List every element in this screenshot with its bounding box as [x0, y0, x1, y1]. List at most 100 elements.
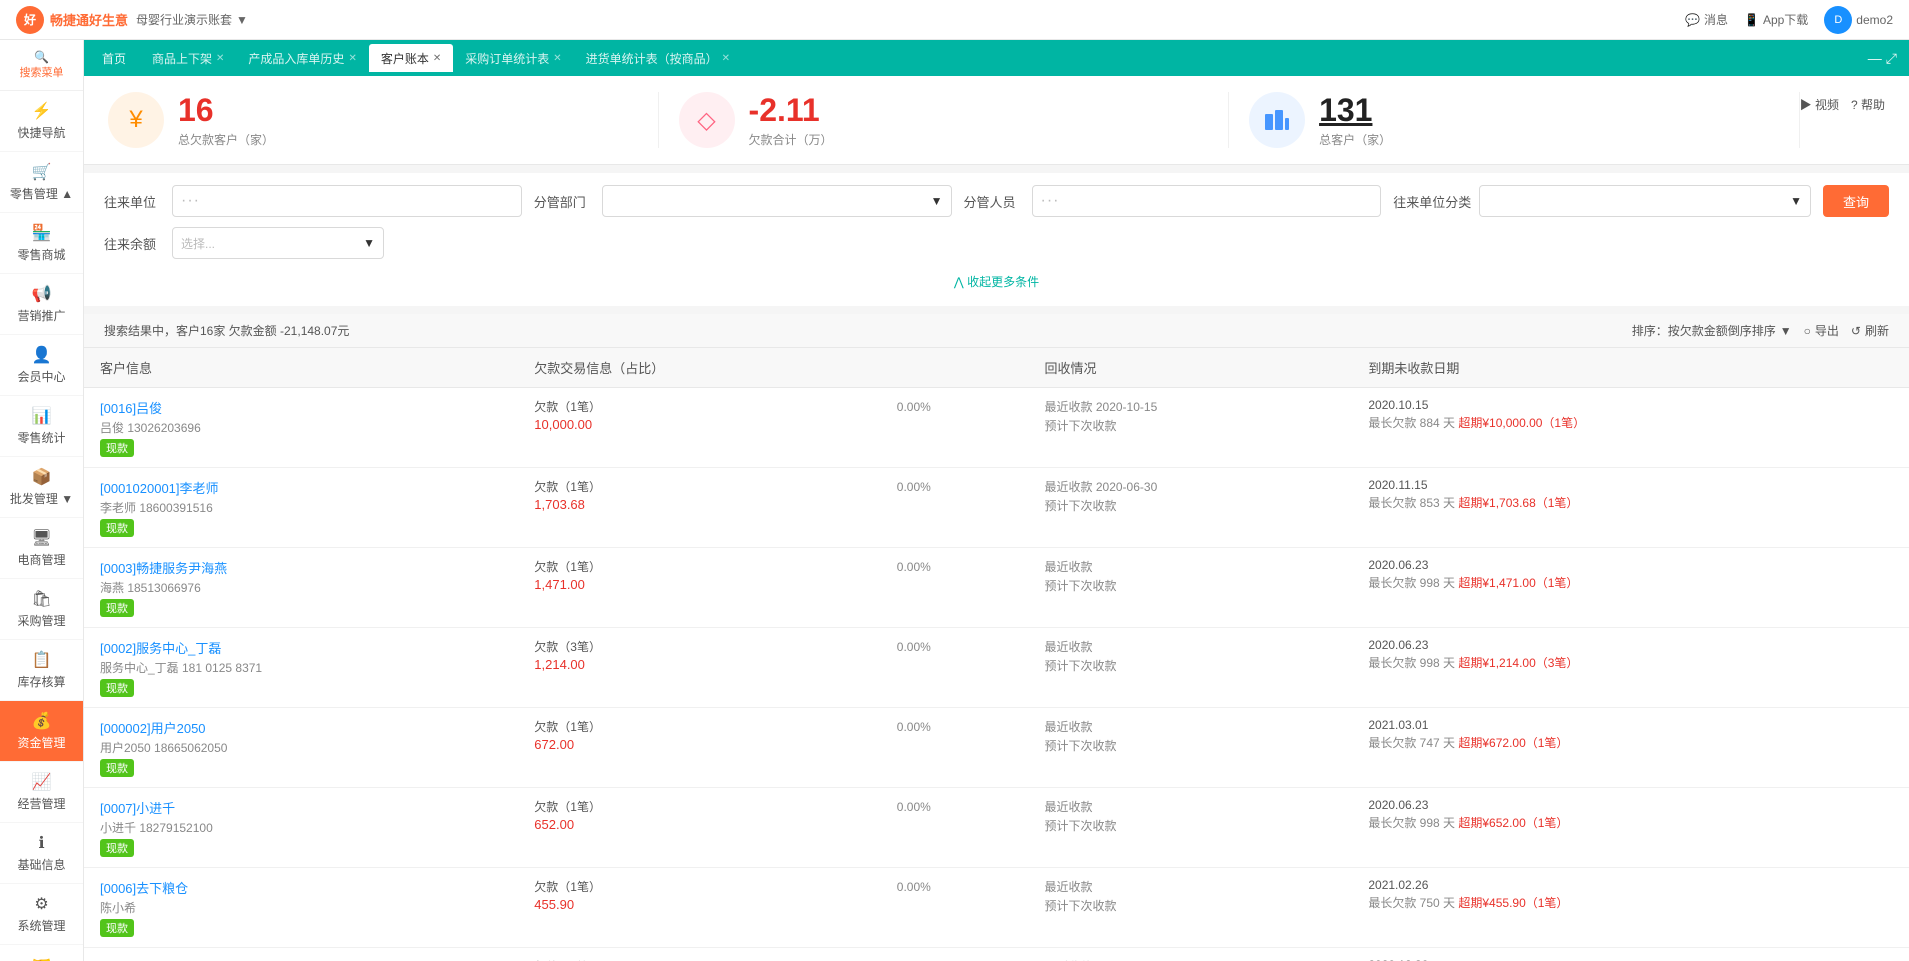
sidebar-item-member[interactable]: 👤 会员中心	[0, 335, 83, 396]
export-button[interactable]: ○ 导出	[1804, 322, 1839, 339]
overdue-days-0: 最长欠款 884 天 超期¥10,000.00（1笔）	[1368, 414, 1893, 431]
debt-amount-2[interactable]: 1,471.00	[534, 577, 865, 592]
overdue-amount-5[interactable]: 超期¥652.00（1笔）	[1458, 816, 1568, 830]
tab-stock-stats[interactable]: 进货单统计表（按商品） ✕	[574, 44, 742, 72]
customer-name-0[interactable]: [0016]吕俊	[100, 398, 502, 417]
result-info: 搜索结果中，客户16家 欠款金额 -21,148.07元	[104, 322, 349, 339]
tab-minimize-button[interactable]: —	[1868, 50, 1882, 67]
overdue-amount-0[interactable]: 超期¥10,000.00（1笔）	[1458, 416, 1585, 430]
sidebar-search[interactable]: 🔍 搜索菜单	[0, 40, 83, 91]
overdue-days-4: 最长欠款 747 天 超期¥672.00（1笔）	[1368, 734, 1893, 751]
sidebar-item-system[interactable]: ⚙ 系统管理	[0, 884, 83, 945]
overdue-amount-2[interactable]: 超期¥1,471.00（1笔）	[1458, 576, 1578, 590]
debt-amount-4[interactable]: 672.00	[534, 737, 865, 752]
tab-close-product[interactable]: ✕	[348, 53, 356, 64]
video-button[interactable]: ▶ 视频	[1800, 96, 1839, 113]
sidebar-item-collab[interactable]: 🤝 企业协同	[0, 945, 83, 961]
cell-customer-3: [0002]服务中心_丁磊 服务中心_丁磊 181 0125 8371 现款	[84, 628, 518, 708]
logo-area: 好 畅捷通好生意	[16, 6, 128, 34]
manager-input[interactable]: ···	[1032, 185, 1382, 217]
sidebar-item-purchase[interactable]: 🛍 采购管理	[0, 579, 83, 640]
customer-name-2[interactable]: [0003]畅捷服务尹海燕	[100, 558, 502, 577]
debt-amount-0[interactable]: 10,000.00	[534, 417, 865, 432]
tab-close-customer[interactable]: ✕	[433, 53, 441, 64]
sort-button[interactable]: 排序：按欠款金额倒序排序 ▼	[1632, 322, 1792, 339]
customer-contact-5: 小进千 18279152100	[100, 819, 502, 836]
source-unit-input[interactable]: ···	[172, 185, 522, 217]
balance-arrow-icon: ▼	[363, 236, 375, 250]
tab-expand-button[interactable]: ⤢	[1886, 50, 1897, 67]
cell-collection-5: 最近收款 预计下次收款	[1029, 788, 1353, 868]
cell-debt-6: 欠款（1笔） 455.90	[518, 868, 881, 948]
user-menu[interactable]: D demo2	[1824, 6, 1893, 34]
cell-debt-4: 欠款（1笔） 672.00	[518, 708, 881, 788]
debt-percent-3: 0.00%	[897, 640, 1013, 654]
cell-percent-4: 0.00%	[881, 708, 1029, 788]
customer-name-3[interactable]: [0002]服务中心_丁磊	[100, 638, 502, 657]
debt-amount-3[interactable]: 1,214.00	[534, 657, 865, 672]
cell-percent-0: 0.00%	[881, 388, 1029, 468]
tab-close-goods[interactable]: ✕	[216, 53, 224, 64]
finance-icon: 💰	[32, 711, 52, 731]
customer-name-6[interactable]: [0006]去下粮仓	[100, 878, 502, 897]
industry-selector[interactable]: 母婴行业演示账套 ▼	[136, 11, 248, 28]
message-button[interactable]: 💬 消息	[1685, 11, 1728, 28]
tab-purchase-stats[interactable]: 采购订单统计表 ✕	[453, 44, 573, 72]
customer-name-1[interactable]: [0001020001]李老师	[100, 478, 502, 497]
sidebar-item-quick-nav[interactable]: ⚡ 快捷导航	[0, 91, 83, 152]
overdue-amount-3[interactable]: 超期¥1,214.00（3笔）	[1458, 656, 1578, 670]
cell-due-2: 2020.06.23 最长欠款 998 天 超期¥1,471.00（1笔）	[1352, 548, 1909, 628]
unit-category-select[interactable]: ▼	[1479, 185, 1811, 217]
sidebar-item-marketing[interactable]: 📢 营销推广	[0, 274, 83, 335]
collection-label-3: 最近收款	[1045, 638, 1337, 655]
store-icon: 🏪	[32, 223, 52, 243]
cell-collection-7: 最近收款 预计下次收款	[1029, 948, 1353, 961]
debt-amount-1[interactable]: 1,703.68	[534, 497, 865, 512]
tab-customer-account[interactable]: 客户账本 ✕	[369, 44, 453, 72]
sidebar-item-operations[interactable]: 📈 经营管理	[0, 762, 83, 823]
overdue-days-6: 最长欠款 750 天 超期¥455.90（1笔）	[1368, 894, 1893, 911]
tab-product-history[interactable]: 产成品入库单历史 ✕	[236, 44, 368, 72]
tab-home[interactable]: 首页	[88, 50, 140, 67]
help-button[interactable]: ? 帮助	[1851, 96, 1885, 113]
app-download-button[interactable]: 📱 App下载	[1744, 11, 1808, 28]
sidebar-item-retail-store[interactable]: 🏪 零售商城	[0, 213, 83, 274]
tab-close-purchase[interactable]: ✕	[553, 53, 561, 64]
dept-label: 分管部门	[534, 192, 594, 211]
overdue-amount-4[interactable]: 超期¥672.00（1笔）	[1458, 736, 1568, 750]
cell-debt-1: 欠款（1笔） 1,703.68	[518, 468, 881, 548]
cell-due-5: 2020.06.23 最长欠款 998 天 超期¥652.00（1笔）	[1352, 788, 1909, 868]
balance-select[interactable]: 选择... ▼	[172, 227, 384, 259]
refresh-icon: ↺	[1851, 324, 1861, 338]
sidebar-item-basic-info[interactable]: ℹ 基础信息	[0, 823, 83, 884]
due-date-5: 2020.06.23	[1368, 798, 1893, 812]
dept-select[interactable]: ▼	[602, 185, 952, 217]
due-date-3: 2020.06.23	[1368, 638, 1893, 652]
debt-amount-6[interactable]: 455.90	[534, 897, 865, 912]
collection-next-5: 预计下次收款	[1045, 817, 1337, 834]
refresh-button[interactable]: ↺ 刷新	[1851, 322, 1889, 339]
customer-name-5[interactable]: [0007]小进千	[100, 798, 502, 817]
sidebar-item-wholesale[interactable]: 📦 批发管理 ▼	[0, 457, 83, 518]
sidebar-item-finance[interactable]: 💰 资金管理	[0, 701, 83, 762]
sidebar-item-retail-manage[interactable]: 🛒 零售管理 ▲	[0, 152, 83, 213]
due-date-2: 2020.06.23	[1368, 558, 1893, 572]
main-content: 首页 商品上下架 ✕ 产成品入库单历史 ✕ 客户账本 ✕ 采购订单统计表 ✕ 进…	[84, 40, 1909, 961]
sidebar-item-inventory[interactable]: 📋 库存核算	[0, 640, 83, 701]
cell-collection-0: 最近收款 2020-10-15 预计下次收款	[1029, 388, 1353, 468]
debt-amount-5[interactable]: 652.00	[534, 817, 865, 832]
overdue-days-2: 最长欠款 998 天 超期¥1,471.00（1笔）	[1368, 574, 1893, 591]
col-due-date: 到期未收款日期	[1352, 348, 1909, 388]
overdue-amount-6[interactable]: 超期¥455.90（1笔）	[1458, 896, 1568, 910]
overdue-amount-1[interactable]: 超期¥1,703.68（1笔）	[1458, 496, 1578, 510]
sidebar-item-retail-stats[interactable]: 📊 零售统计	[0, 396, 83, 457]
tab-close-stock[interactable]: ✕	[722, 53, 730, 64]
search-button[interactable]: 查询	[1823, 185, 1889, 217]
customer-name-4[interactable]: [000002]用户2050	[100, 718, 502, 737]
sidebar-item-ecommerce[interactable]: 🖥 电商管理	[0, 518, 83, 579]
tab-goods-listing[interactable]: 商品上下架 ✕	[140, 44, 236, 72]
collapse-bar[interactable]: ⋀ 收起更多条件	[104, 269, 1889, 294]
debt-total-info: -2.11 欠款合计（万）	[749, 92, 833, 148]
cell-collection-2: 最近收款 预计下次收款	[1029, 548, 1353, 628]
debt-percent-4: 0.00%	[897, 720, 1013, 734]
